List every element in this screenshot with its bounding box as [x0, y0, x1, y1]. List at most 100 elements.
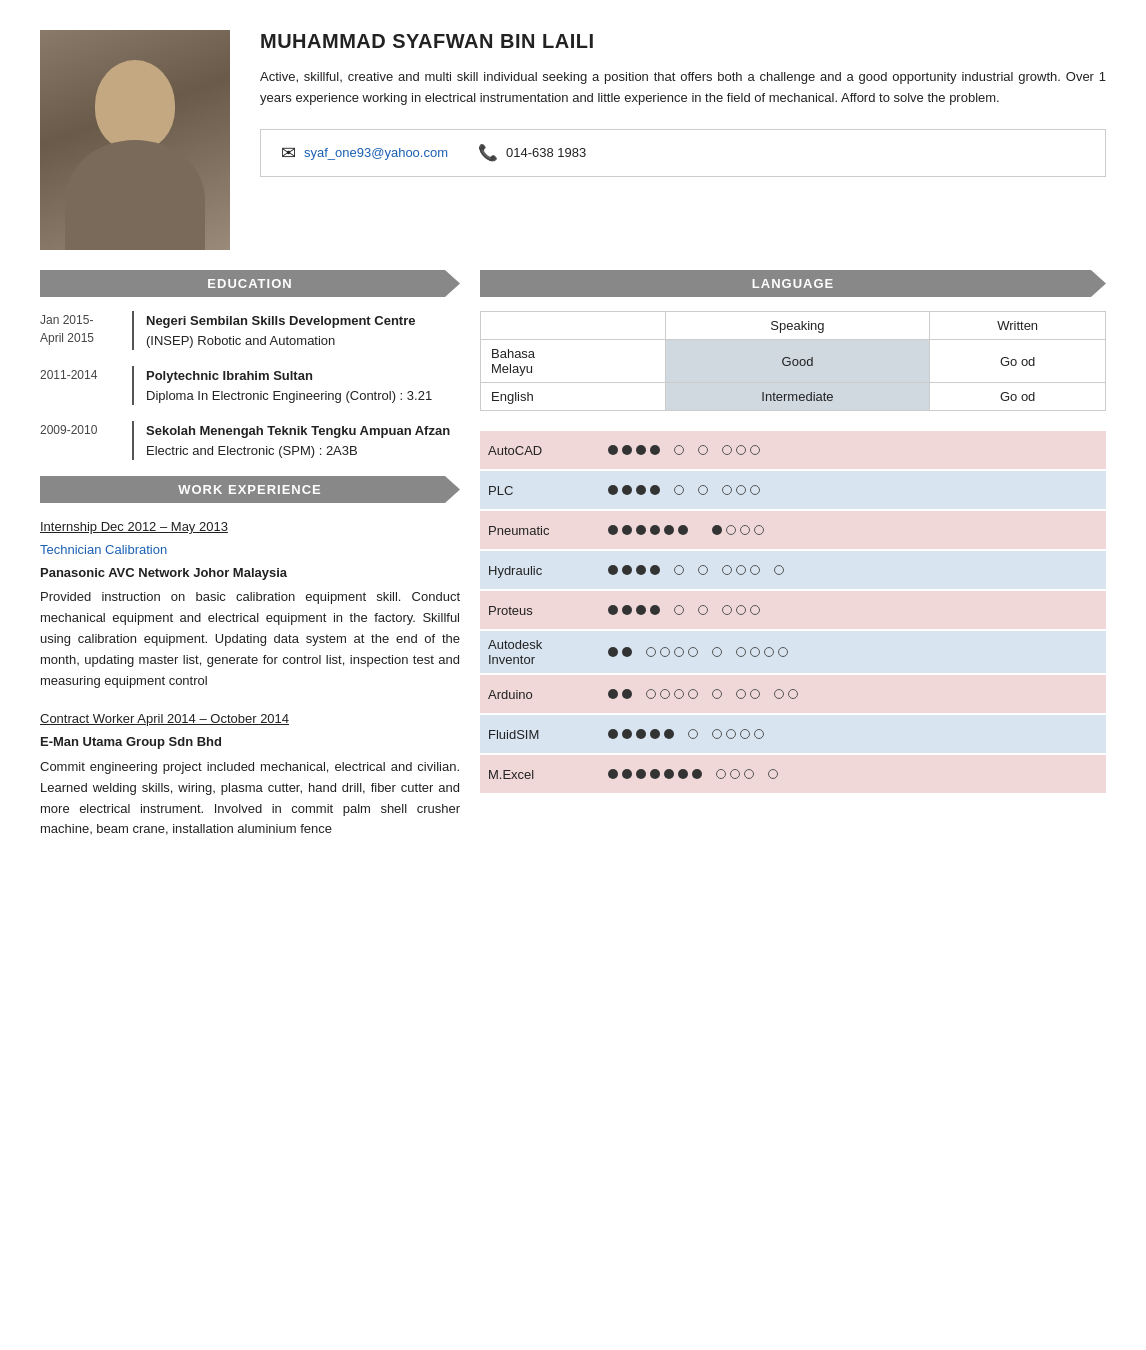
dot	[712, 729, 722, 739]
dot	[750, 445, 760, 455]
dot	[636, 485, 646, 495]
edu-institution-1: Negeri Sembilan Skills Development Centr…	[146, 311, 460, 331]
dot	[674, 605, 684, 615]
edu-date-3: 2009-2010	[40, 421, 120, 460]
edu-program-3: Electric and Electronic (SPM) : 2A3B	[146, 441, 460, 461]
skill-dots-pneumatic	[608, 525, 764, 535]
language-header: LANGUAGE	[480, 270, 1106, 297]
edu-separator-1	[132, 311, 134, 350]
skill-autodesk: AutodeskInventor	[480, 631, 1106, 673]
dot	[712, 689, 722, 699]
dot	[636, 605, 646, 615]
skill-dots-autodesk	[608, 647, 788, 657]
lang-col-lang	[481, 312, 666, 340]
dot	[750, 647, 760, 657]
left-column: EDUCATION Jan 2015-April 2015 Negeri Sem…	[40, 270, 460, 858]
dot	[678, 769, 688, 779]
dot	[674, 485, 684, 495]
dot	[660, 689, 670, 699]
work-period-2: Contract Worker April 2014 – October 201…	[40, 709, 460, 730]
dot	[622, 729, 632, 739]
dot	[650, 565, 660, 575]
dot	[778, 647, 788, 657]
dot	[650, 729, 660, 739]
email-icon: ✉	[281, 142, 296, 164]
dot	[750, 485, 760, 495]
skill-name-plc: PLC	[488, 483, 608, 498]
dot	[740, 525, 750, 535]
work-company-2: E-Man Utama Group Sdn Bhd	[40, 732, 460, 753]
lang-speaking-english: Intermediate	[665, 383, 930, 411]
edu-program-2: Diploma In Electronic Engineering (Contr…	[146, 386, 460, 406]
dot	[736, 689, 746, 699]
dot	[774, 565, 784, 575]
edu-separator-3	[132, 421, 134, 460]
dot	[688, 729, 698, 739]
skill-name-hydraulic: Hydraulic	[488, 563, 608, 578]
edu-entry-3: 2009-2010 Sekolah Menengah Teknik Tengku…	[40, 421, 460, 460]
dot	[744, 769, 754, 779]
dot	[674, 445, 684, 455]
dot	[622, 565, 632, 575]
dot	[608, 445, 618, 455]
dot	[688, 647, 698, 657]
dot	[674, 647, 684, 657]
dot	[726, 525, 736, 535]
edu-detail-3: Sekolah Menengah Teknik Tengku Ampuan Af…	[146, 421, 460, 460]
dot	[646, 647, 656, 657]
lang-name-bahasa: BahasaMelayu	[481, 340, 666, 383]
dot	[750, 689, 760, 699]
dot	[736, 647, 746, 657]
lang-col-speaking: Speaking	[665, 312, 930, 340]
dot	[736, 485, 746, 495]
dot	[754, 525, 764, 535]
dot	[608, 769, 618, 779]
skill-name-fluidsim: FluidSIM	[488, 727, 608, 742]
dot	[722, 605, 732, 615]
edu-detail-1: Negeri Sembilan Skills Development Centr…	[146, 311, 460, 350]
edu-entry-1: Jan 2015-April 2015 Negeri Sembilan Skil…	[40, 311, 460, 350]
edu-detail-2: Polytechnic Ibrahim Sultan Diploma In El…	[146, 366, 460, 405]
dot	[622, 769, 632, 779]
dot	[774, 689, 784, 699]
skill-dots-hydraulic	[608, 565, 784, 575]
dot	[608, 647, 618, 657]
dot	[608, 605, 618, 615]
edu-program-1: (INSEP) Robotic and Automation	[146, 331, 460, 351]
edu-institution-2: Polytechnic Ibrahim Sultan	[146, 366, 460, 386]
dot	[764, 647, 774, 657]
education-header: EDUCATION	[40, 270, 460, 297]
email-link[interactable]: syaf_one93@yahoo.com	[304, 145, 448, 160]
email-contact: ✉ syaf_one93@yahoo.com	[281, 142, 448, 164]
work-entry-2: Contract Worker April 2014 – October 201…	[40, 709, 460, 840]
skill-fluidsim: FluidSIM	[480, 715, 1106, 753]
dot	[740, 729, 750, 739]
header-section: MUHAMMAD SYAFWAN BIN LAILI Active, skill…	[40, 30, 1106, 250]
header-info: MUHAMMAD SYAFWAN BIN LAILI Active, skill…	[260, 30, 1106, 250]
lang-written-bahasa: Go od	[930, 340, 1106, 383]
dot	[650, 445, 660, 455]
skill-hydraulic: Hydraulic	[480, 551, 1106, 589]
dot	[622, 485, 632, 495]
dot	[636, 729, 646, 739]
work-company-1: Panasonic AVC Network Johor Malaysia	[40, 563, 460, 584]
dot	[736, 565, 746, 575]
skill-name-autocad: AutoCAD	[488, 443, 608, 458]
skill-plc: PLC	[480, 471, 1106, 509]
dot	[650, 605, 660, 615]
dot	[768, 769, 778, 779]
skill-mexcel: M.Excel	[480, 755, 1106, 793]
dot	[660, 647, 670, 657]
work-period-1: Internship Dec 2012 – May 2013	[40, 517, 460, 538]
right-column: LANGUAGE Speaking Written BahasaMelayu G…	[480, 270, 1106, 858]
dot	[622, 647, 632, 657]
skill-dots-plc	[608, 485, 760, 495]
dot	[698, 485, 708, 495]
dot	[722, 565, 732, 575]
dot	[736, 605, 746, 615]
dot	[698, 565, 708, 575]
skill-name-arduino: Arduino	[488, 687, 608, 702]
phone-contact: 📞 014-638 1983	[478, 143, 586, 162]
skill-name-pneumatic: Pneumatic	[488, 523, 608, 538]
phone-number: 014-638 1983	[506, 145, 586, 160]
